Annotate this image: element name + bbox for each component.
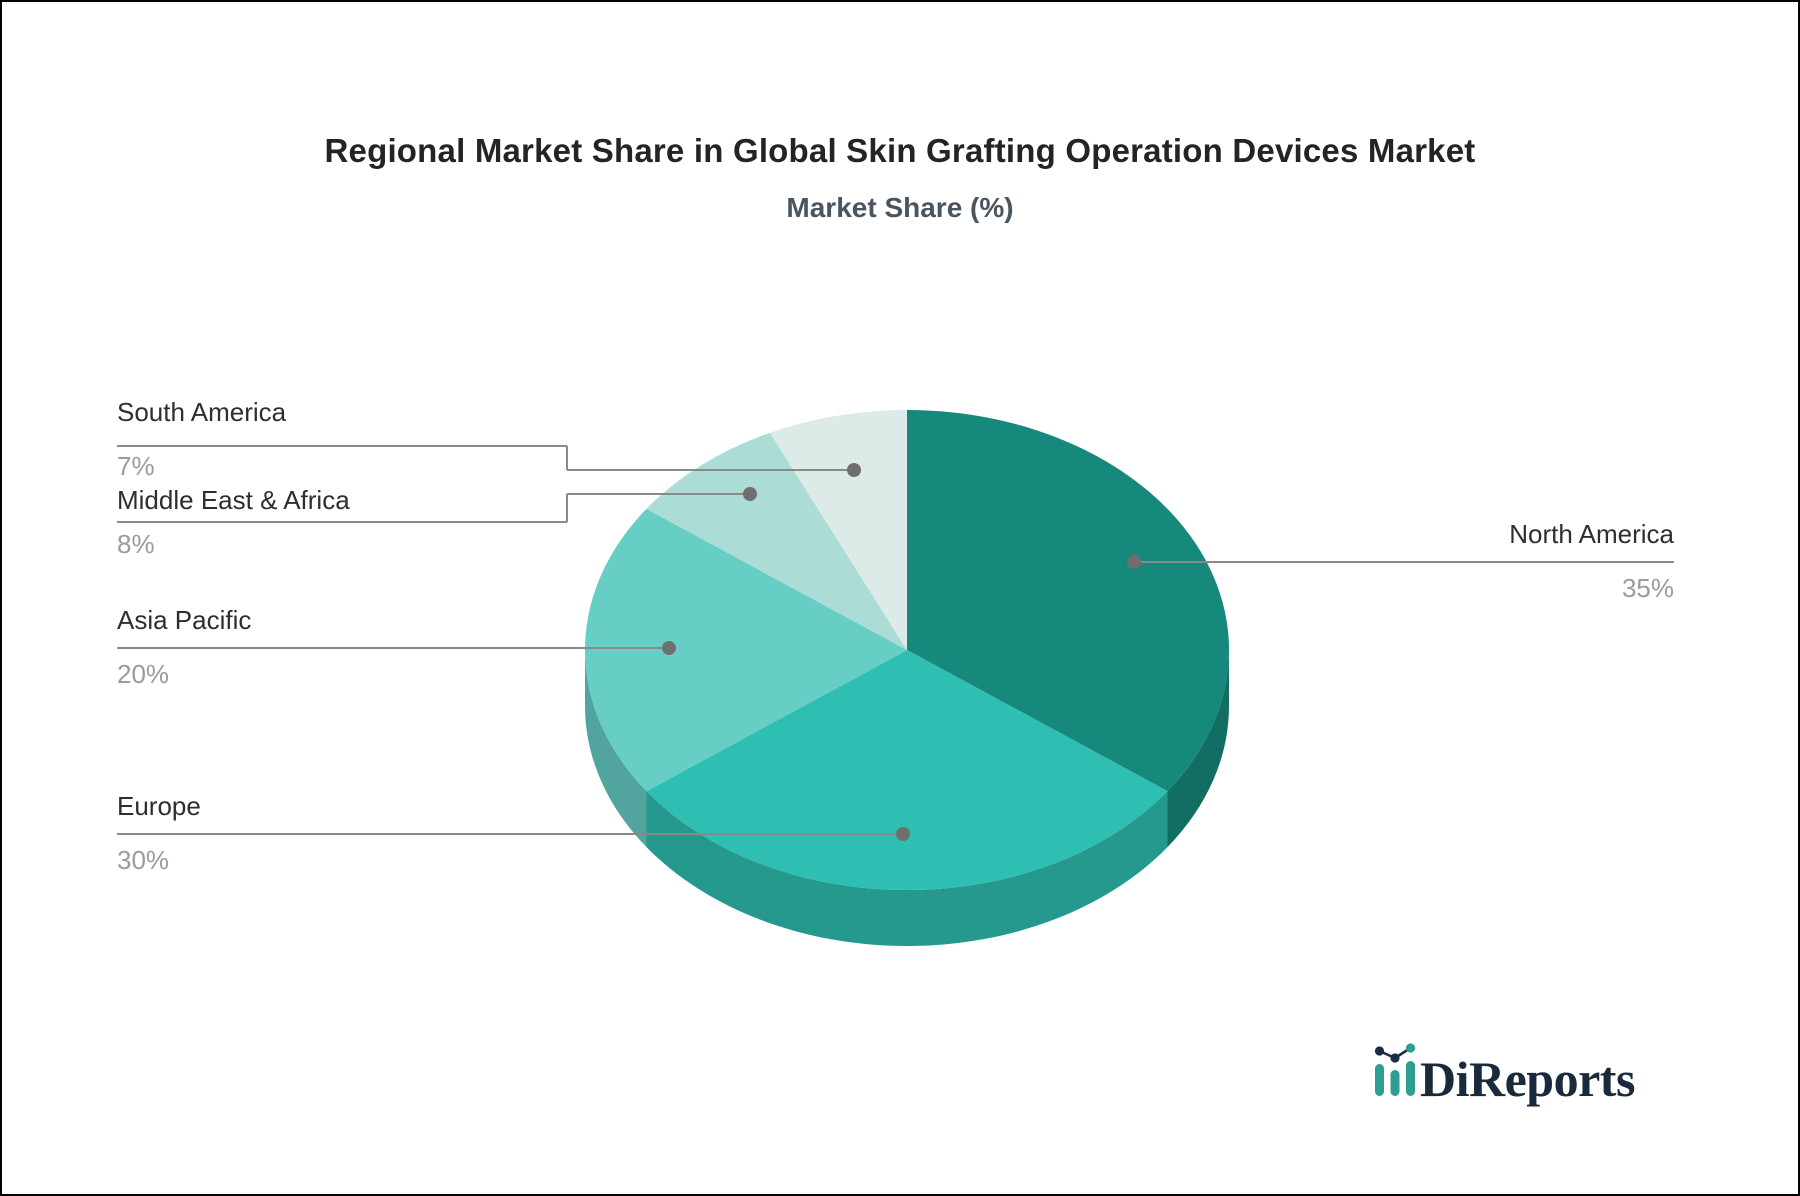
callout-value-middle-east-africa: 8% [117, 529, 155, 559]
callout-name-south-america: South America [117, 397, 287, 427]
leader-dot-europe [896, 827, 910, 841]
leader-dot-south-america [847, 463, 861, 477]
leader-dot-north-america [1127, 555, 1141, 569]
callout-value-asia-pacific: 20% [117, 659, 170, 689]
callout-value-europe: 30% [117, 845, 170, 875]
direports-logo-icon [1374, 1043, 1416, 1096]
direports-logo: DiReports [1374, 1036, 1674, 1126]
leader-dot-middle-east-africa [743, 487, 757, 501]
callout-name-north-america: North America [1509, 519, 1674, 549]
callout-name-asia-pacific: Asia Pacific [117, 605, 252, 635]
chart-canvas: Regional Market Share in Global Skin Gra… [0, 0, 1800, 1196]
callout-value-south-america: 7% [117, 451, 155, 481]
callout-name-middle-east-africa: Middle East & Africa [117, 485, 350, 515]
callout-value-north-america: 35% [1621, 573, 1674, 603]
direports-logo-text: DiReports [1420, 1051, 1635, 1107]
leader-dot-asia-pacific [662, 641, 676, 655]
callout-name-europe: Europe [117, 791, 201, 821]
